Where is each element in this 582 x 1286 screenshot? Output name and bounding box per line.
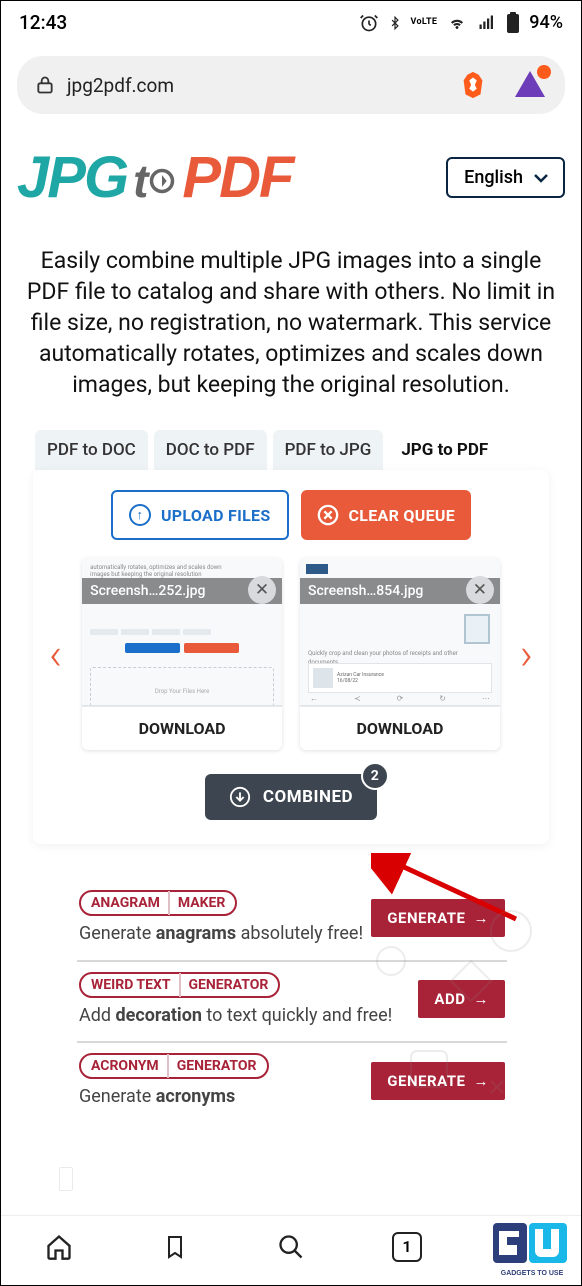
clear-queue-button[interactable]: CLEAR QUEUE: [301, 490, 472, 540]
file-card-2[interactable]: Screensh…854.jpg ✕ Quickly crop and clea…: [300, 558, 500, 750]
tabs-button[interactable]: 1: [392, 1232, 422, 1262]
page-header: JPG t PDF English: [1, 124, 581, 221]
annotation-arrow: [371, 853, 521, 925]
lock-icon: [35, 75, 55, 95]
tab-pdf-to-jpg[interactable]: PDF to JPG: [273, 430, 384, 470]
remove-file-2[interactable]: ✕: [466, 576, 494, 604]
ad-cta-acronym[interactable]: GENERATE→: [371, 1062, 505, 1100]
combined-count-badge: 2: [361, 762, 389, 790]
ad-pill-acronym: ACRONYMGENERATOR: [79, 1053, 269, 1079]
address-bar[interactable]: jpg2pdf.com: [17, 56, 565, 114]
site-logo: JPG t PDF: [17, 144, 292, 211]
status-icons: VoLTE 94%: [359, 12, 564, 34]
bluetooth-icon: [388, 13, 402, 33]
language-select[interactable]: English: [446, 157, 565, 198]
download-file-1[interactable]: DOWNLOAD: [82, 706, 282, 750]
download-file-2[interactable]: DOWNLOAD: [300, 706, 500, 750]
tab-jpg-to-pdf[interactable]: JPG to PDF: [389, 430, 500, 470]
tab-doc-to-pdf[interactable]: DOC to PDF: [154, 430, 267, 470]
chevron-down-icon: [533, 173, 549, 183]
download-circle-icon: [229, 786, 251, 808]
prev-arrow[interactable]: ‹: [47, 628, 64, 680]
file-card-1[interactable]: automatically rotates, optimizes and sca…: [82, 558, 282, 750]
ad-acronym: ACRONYMGENERATOR Generate acronyms GENER…: [77, 1043, 507, 1122]
search-button[interactable]: [276, 1232, 306, 1262]
volte-icon: VoLTE: [411, 18, 438, 26]
tab-pdf-to-doc[interactable]: PDF to DOC: [35, 430, 148, 470]
conversion-tabs: PDF to DOC DOC to PDF PDF to JPG JPG to …: [1, 430, 581, 470]
status-time: 12:43: [19, 11, 67, 34]
brave-logo-icon[interactable]: [515, 69, 547, 101]
signal-icon: [477, 14, 497, 32]
next-arrow[interactable]: ›: [518, 628, 535, 680]
url-text: jpg2pdf.com: [67, 74, 445, 97]
upload-icon: ↑: [129, 504, 151, 526]
battery-percent: 94%: [529, 12, 563, 33]
bookmark-button[interactable]: [160, 1232, 190, 1262]
svg-text:GADGETS TO USE: GADGETS TO USE: [501, 1270, 564, 1277]
close-circle-icon: [317, 504, 339, 526]
ad-desc-acronym: Generate acronyms: [79, 1085, 371, 1108]
status-bar: 12:43 VoLTE 94%: [1, 1, 581, 40]
page-description: Easily combine multiple JPG images into …: [1, 221, 581, 430]
combined-button[interactable]: COMBINED 2: [205, 774, 377, 820]
ad-desc-weird: Add decoration to text quickly and free!: [79, 1004, 418, 1027]
alarm-icon: [359, 13, 379, 33]
home-button[interactable]: [44, 1232, 74, 1262]
gadgets-to-use-watermark: GADGETS TO USE: [493, 1221, 571, 1279]
upload-card: ↑ UPLOAD FILES CLEAR QUEUE ‹ automatical…: [33, 470, 549, 844]
upload-files-button[interactable]: ↑ UPLOAD FILES: [111, 490, 289, 540]
ad-pill-weird: WEIRD TEXTGENERATOR: [79, 972, 280, 998]
ad-desc-anagram: Generate anagrams absolutely free!: [79, 922, 371, 945]
battery-icon: [506, 12, 520, 34]
bg-phone-icon: [59, 1167, 73, 1191]
ad-cta-weird[interactable]: ADD→: [418, 980, 505, 1018]
wifi-icon: [446, 14, 468, 32]
brave-lion-icon[interactable]: [457, 69, 489, 101]
ad-pill-anagram: ANAGRAMMAKER: [79, 890, 237, 916]
ad-weird-text: WEIRD TEXTGENERATOR Add decoration to te…: [77, 962, 507, 1043]
